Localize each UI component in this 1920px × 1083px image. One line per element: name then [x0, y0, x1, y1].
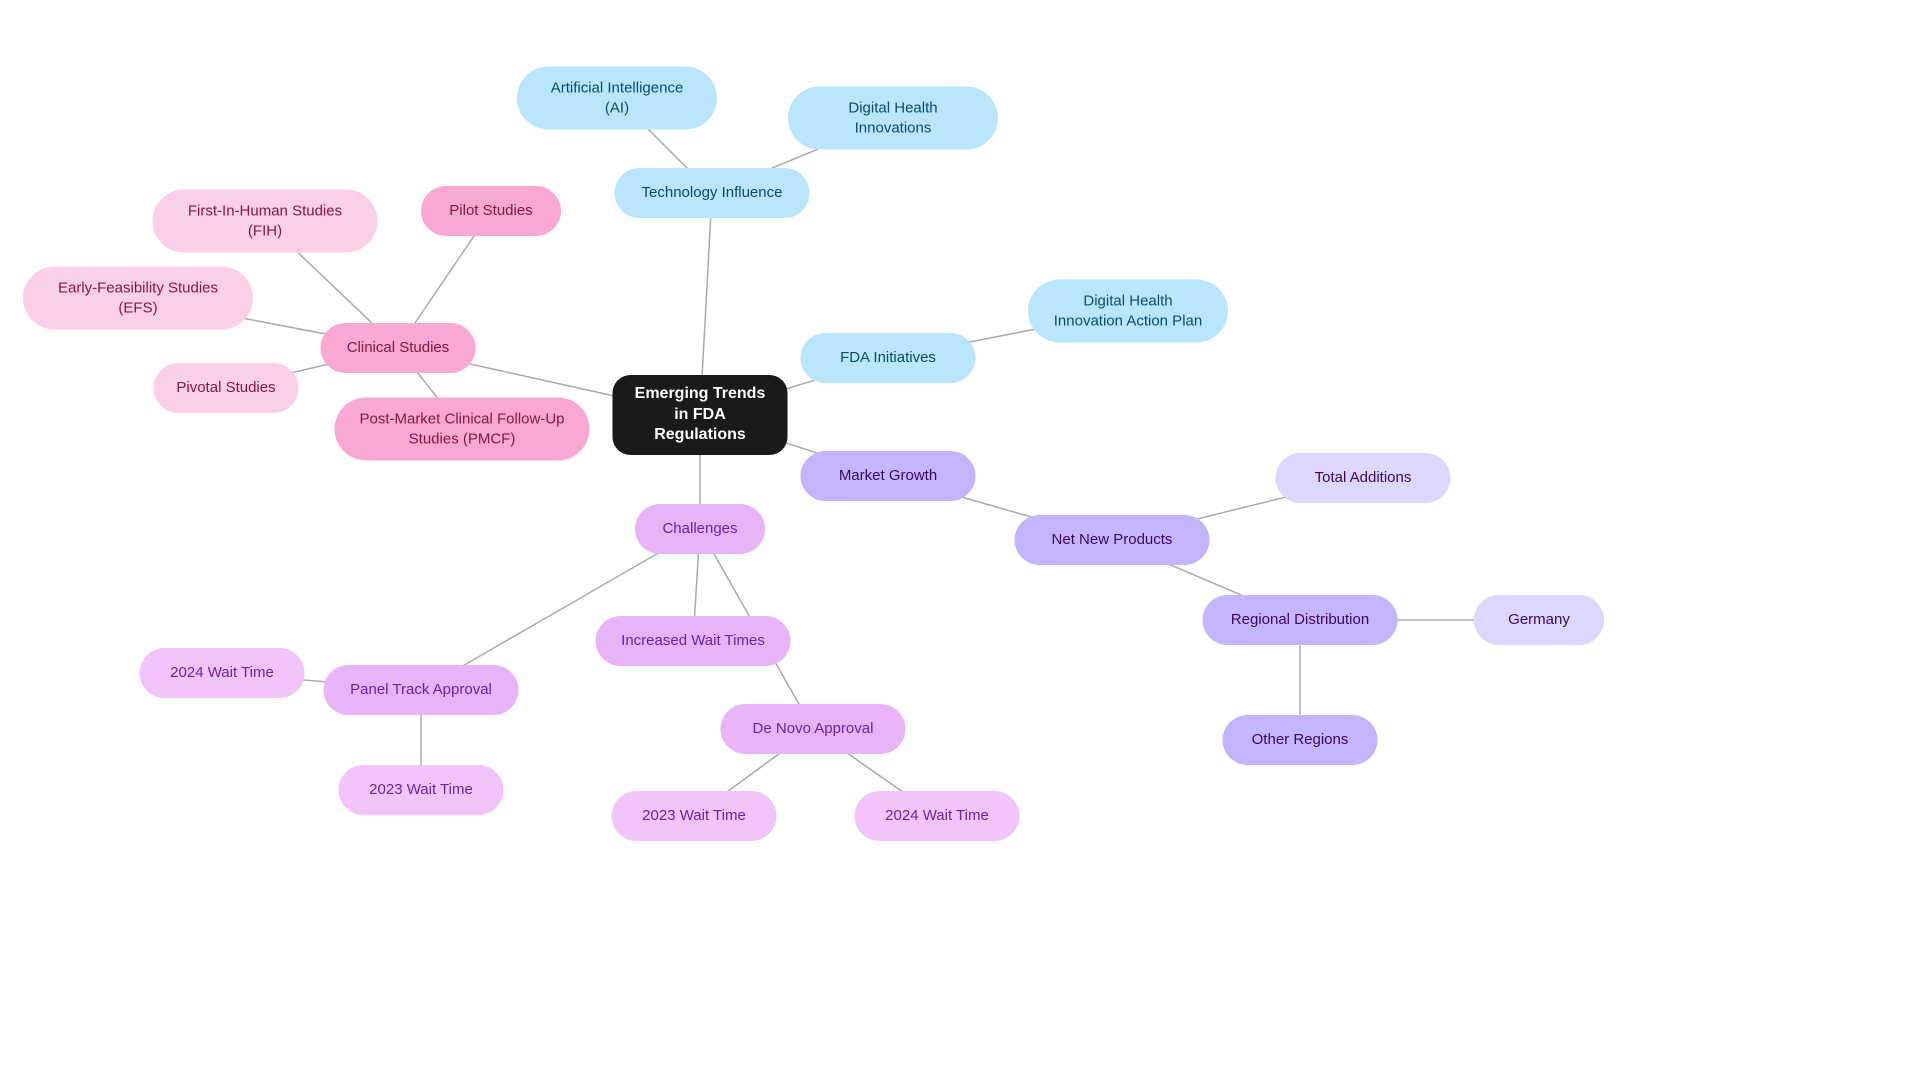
node-tech_influence[interactable]: Technology Influence [615, 168, 810, 218]
node-digital_health_plan[interactable]: Digital Health Innovation Action Plan [1028, 280, 1228, 343]
node-clinical_studies[interactable]: Clinical Studies [321, 323, 476, 373]
connections-svg [0, 0, 1920, 1083]
node-ai[interactable]: Artificial Intelligence (AI) [517, 67, 717, 130]
node-germany[interactable]: Germany [1474, 595, 1604, 645]
node-total_additions[interactable]: Total Additions [1276, 453, 1451, 503]
node-net_new_products[interactable]: Net New Products [1015, 515, 1210, 565]
node-increased_wait_times[interactable]: Increased Wait Times [596, 616, 791, 666]
node-market_growth[interactable]: Market Growth [801, 451, 976, 501]
node-fda_initiatives[interactable]: FDA Initiatives [801, 333, 976, 383]
node-wait_2024_deno[interactable]: 2024 Wait Time [855, 791, 1020, 841]
mindmap-container: Emerging Trends in FDA Regulations Artifi… [0, 0, 1920, 1083]
node-center[interactable]: Emerging Trends in FDA Regulations [613, 375, 788, 455]
node-wait_2023_deno[interactable]: 2023 Wait Time [612, 791, 777, 841]
node-pilot_studies[interactable]: Pilot Studies [421, 186, 561, 236]
node-wait_2024_panel[interactable]: 2024 Wait Time [140, 648, 305, 698]
node-pivotal_studies[interactable]: Pivotal Studies [154, 363, 299, 413]
node-other_regions[interactable]: Other Regions [1223, 715, 1378, 765]
node-challenges[interactable]: Challenges [635, 504, 765, 554]
node-de_novo_approval[interactable]: De Novo Approval [721, 704, 906, 754]
node-pmcf[interactable]: Post-Market Clinical Follow-Up Studies (… [335, 398, 590, 461]
node-regional_distribution[interactable]: Regional Distribution [1203, 595, 1398, 645]
node-early_feasibility[interactable]: Early-Feasibility Studies (EFS) [23, 267, 253, 330]
node-first_in_human[interactable]: First-In-Human Studies (FIH) [153, 190, 378, 253]
node-digital_health_innovations[interactable]: Digital Health Innovations [788, 87, 998, 150]
node-wait_2023_panel[interactable]: 2023 Wait Time [339, 765, 504, 815]
node-panel_track_approval[interactable]: Panel Track Approval [324, 665, 519, 715]
